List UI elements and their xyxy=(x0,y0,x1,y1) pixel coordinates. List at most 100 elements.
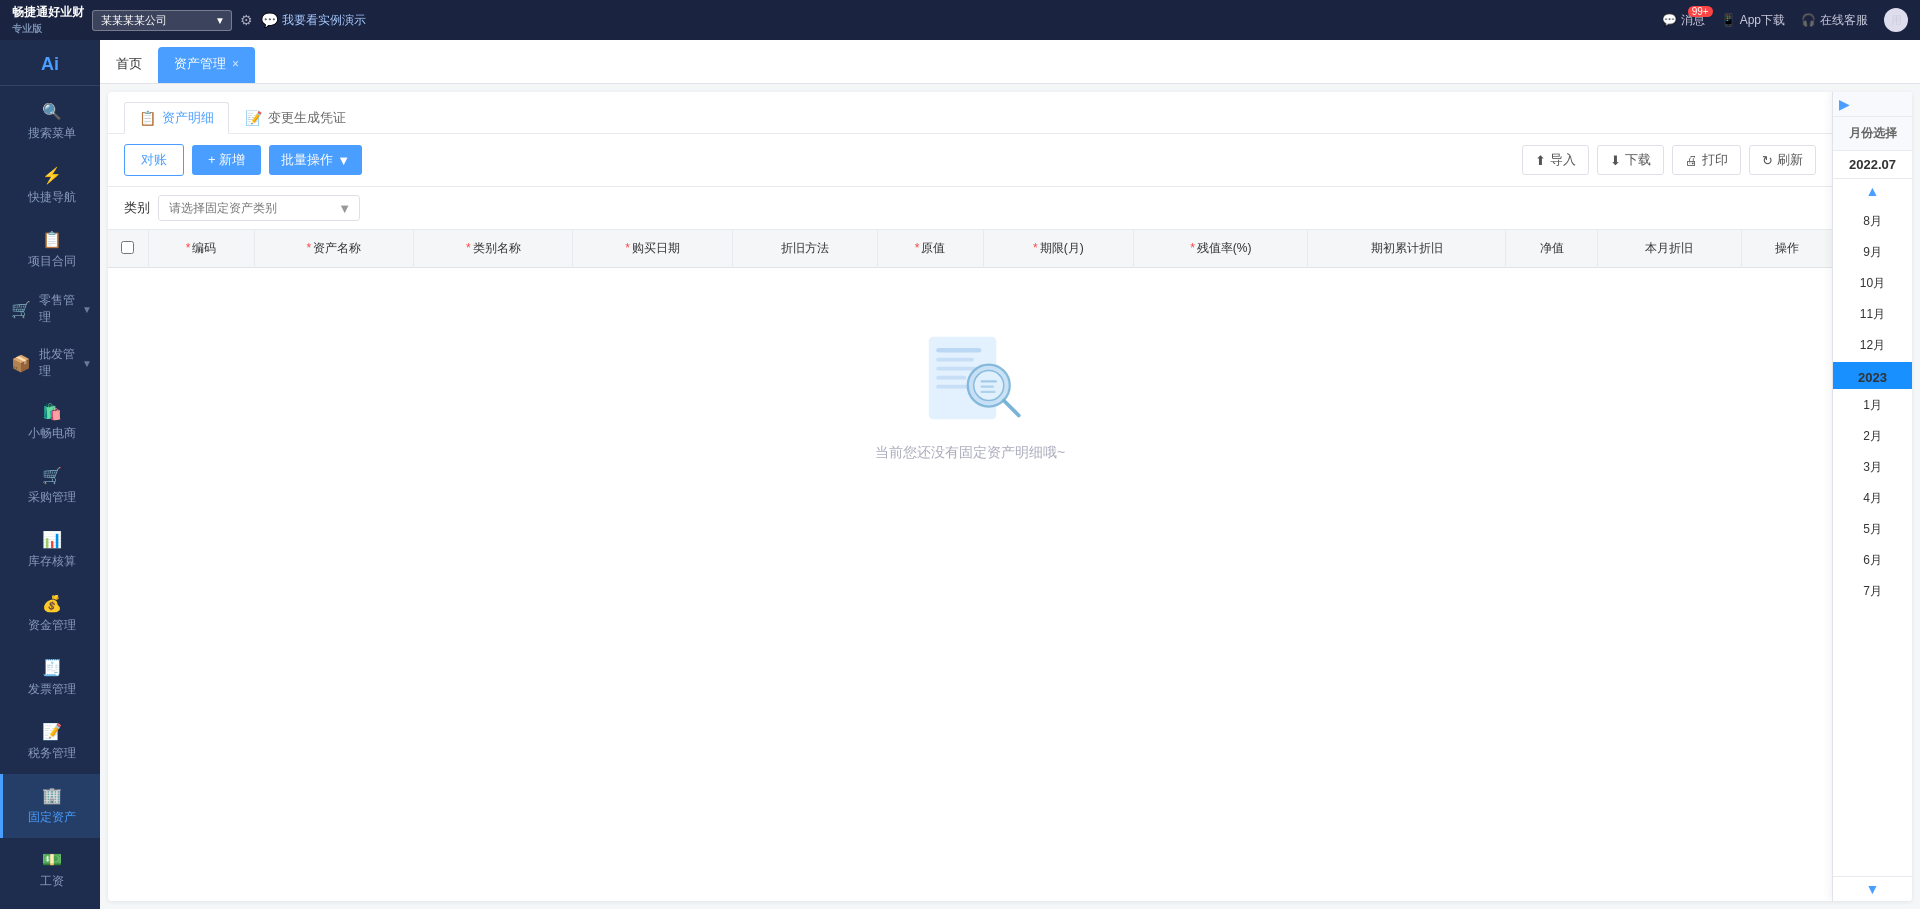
retail-icon: 🛒 xyxy=(11,300,31,319)
select-all-checkbox[interactable] xyxy=(121,241,134,254)
year-2023-label: 2023 xyxy=(1833,362,1912,389)
sub-tab-change-voucher[interactable]: 📝 变更生成凭证 xyxy=(231,103,360,133)
fund-icon: 💰 xyxy=(42,594,62,613)
month-item-2023-3[interactable]: 3月 xyxy=(1833,453,1912,482)
tab-asset-management[interactable]: 资产管理 × xyxy=(158,47,255,83)
sidebar-item-project[interactable]: 📋 项目合同 xyxy=(0,218,100,282)
empty-state-illustration xyxy=(910,328,1030,428)
message-icon: 💬 xyxy=(1662,13,1677,27)
message-button[interactable]: 💬 消息 99+ xyxy=(1662,12,1705,29)
tab-home[interactable]: 首页 xyxy=(100,47,158,83)
col-residual-rate: *残值率(%) xyxy=(1134,230,1308,268)
sidebar-item-search[interactable]: 🔍 搜索菜单 xyxy=(0,90,100,154)
col-category: *类别名称 xyxy=(414,230,573,268)
refresh-icon: ↻ xyxy=(1762,153,1773,168)
svg-rect-3 xyxy=(936,367,977,371)
table-header-row: *编码 *资产名称 *类别名称 *购买日期 折旧方法 *原值 *期限(月) *残… xyxy=(108,230,1832,268)
toolbar: 对账 + 新增 批量操作 ▼ ⬆ 导入 ⬇ 下载 xyxy=(108,134,1832,187)
sidebar-item-purchase[interactable]: 🛒 采购管理 xyxy=(0,454,100,518)
sub-tab-bar: 📋 资产明细 📝 变更生成凭证 xyxy=(108,92,1832,134)
category-label: 类别 xyxy=(124,199,150,217)
empty-text: 当前您还没有固定资产明细哦~ xyxy=(875,444,1065,462)
fixed-assets-icon: 🏢 xyxy=(42,786,62,805)
refresh-button[interactable]: ↻ 刷新 xyxy=(1749,145,1816,175)
month-item-2023-5[interactable]: 5月 xyxy=(1833,515,1912,544)
app-title: 畅捷通好业财 专业版 xyxy=(12,4,84,36)
category-input-wrap[interactable]: ▼ xyxy=(158,195,360,221)
sidebar: Ai 🔍 搜索菜单 ⚡ 快捷导航 📋 项目合同 🛒 零售管理 ▼ 📦 批发管理 … xyxy=(0,40,100,909)
sidebar-logo: Ai xyxy=(0,44,100,86)
sub-tab-asset-detail[interactable]: 📋 资产明细 xyxy=(124,102,229,134)
settings-icon[interactable]: ⚙ xyxy=(240,12,253,28)
top-bar-right: 💬 消息 99+ 📱 App下载 🎧 在线客服 用 xyxy=(1662,8,1908,32)
month-item-10[interactable]: 10月 xyxy=(1833,269,1912,298)
sidebar-item-tax[interactable]: 📝 税务管理 xyxy=(0,710,100,774)
sidebar-item-inventory[interactable]: 📊 库存核算 xyxy=(0,518,100,582)
asset-detail-icon: 📋 xyxy=(139,110,156,126)
svg-rect-4 xyxy=(936,376,966,380)
sidebar-item-salary[interactable]: 💵 工资 xyxy=(0,838,100,902)
ecommerce-icon: 🛍️ xyxy=(42,402,62,421)
import-icon: ⬆ xyxy=(1535,153,1546,168)
month-item-2023-4[interactable]: 4月 xyxy=(1833,484,1912,513)
month-item-2023-6[interactable]: 6月 xyxy=(1833,546,1912,575)
month-scroll-up[interactable]: ▲ xyxy=(1833,179,1912,203)
sidebar-item-quick-nav[interactable]: ⚡ 快捷导航 xyxy=(0,154,100,218)
sidebar-item-retail[interactable]: 🛒 零售管理 ▼ xyxy=(0,282,100,336)
online-service-button[interactable]: 🎧 在线客服 xyxy=(1801,12,1868,29)
sidebar-item-operations[interactable]: 📈 经营管理 xyxy=(0,902,100,909)
month-item-2023-1[interactable]: 1月 xyxy=(1833,391,1912,420)
sidebar-item-wholesale[interactable]: 📦 批发管理 ▼ xyxy=(0,336,100,390)
tax-icon: 📝 xyxy=(42,722,62,741)
sidebar-item-ecommerce[interactable]: 🛍️ 小畅电商 xyxy=(0,390,100,454)
demo-link[interactable]: 💬 我要看实例演示 xyxy=(261,12,366,29)
svg-rect-1 xyxy=(936,348,981,353)
sidebar-item-fixed-assets[interactable]: 🏢 固定资产 xyxy=(0,774,100,838)
month-panel-title: 月份选择 xyxy=(1833,117,1912,151)
col-code: *编码 xyxy=(148,230,254,268)
import-button[interactable]: ⬆ 导入 xyxy=(1522,145,1589,175)
col-name: *资产名称 xyxy=(254,230,413,268)
col-net-value: 净值 xyxy=(1506,230,1597,268)
category-input[interactable] xyxy=(159,196,359,220)
scroll-up-icon: ▲ xyxy=(1866,183,1880,199)
wholesale-arrow-icon: ▼ xyxy=(82,358,92,369)
col-period: *期限(月) xyxy=(983,230,1134,268)
col-depreciation-method: 折旧方法 xyxy=(732,230,877,268)
sidebar-item-invoice[interactable]: 🧾 发票管理 xyxy=(0,646,100,710)
month-item-2023-7[interactable]: 7月 xyxy=(1833,577,1912,606)
empty-state: 当前您还没有固定资产明细哦~ xyxy=(108,268,1832,522)
print-button[interactable]: 🖨 打印 xyxy=(1672,145,1741,175)
month-item-9[interactable]: 9月 xyxy=(1833,238,1912,267)
tab-close-icon[interactable]: × xyxy=(232,57,239,71)
add-button[interactable]: + 新增 xyxy=(192,145,261,175)
download-button[interactable]: ⬇ 下载 xyxy=(1597,145,1664,175)
svg-rect-2 xyxy=(936,358,974,362)
top-bar-left: 畅捷通好业财 专业版 某某某某公司 ▼ ⚙ 💬 我要看实例演示 xyxy=(12,4,1652,36)
sidebar-item-fund[interactable]: 💰 资金管理 xyxy=(0,582,100,646)
user-info: 用 xyxy=(1884,8,1908,32)
month-scroll-down[interactable]: ▼ xyxy=(1833,876,1912,901)
table-wrap: *编码 *资产名称 *类别名称 *购买日期 折旧方法 *原值 *期限(月) *残… xyxy=(108,230,1832,901)
month-panel-collapse-icon[interactable]: ▶ xyxy=(1839,96,1850,112)
reconcile-button[interactable]: 对账 xyxy=(124,144,184,176)
top-bar: 畅捷通好业财 专业版 某某某某公司 ▼ ⚙ 💬 我要看实例演示 💬 消息 99+… xyxy=(0,0,1920,40)
message-badge: 99+ xyxy=(1688,6,1713,17)
month-item-12[interactable]: 12月 xyxy=(1833,331,1912,360)
invoice-icon: 🧾 xyxy=(42,658,62,677)
month-item-8[interactable]: 8月 xyxy=(1833,207,1912,236)
month-panel: ▶ 月份选择 2022.07 ▲ 8月 9月 10月 11月 12月 2023 … xyxy=(1832,92,1912,901)
month-item-11[interactable]: 11月 xyxy=(1833,300,1912,329)
app-download-button[interactable]: 📱 App下载 xyxy=(1721,12,1785,29)
phone-icon: 📱 xyxy=(1721,13,1736,27)
company-selector[interactable]: 某某某某公司 ▼ xyxy=(92,10,232,31)
purchase-icon: 🛒 xyxy=(42,466,62,485)
col-accumulated-depreciation: 期初累计折旧 xyxy=(1308,230,1506,268)
checkbox-header[interactable] xyxy=(108,230,148,268)
quick-nav-icon: ⚡ xyxy=(42,166,62,185)
print-icon: 🖨 xyxy=(1685,153,1698,168)
wholesale-icon: 📦 xyxy=(11,354,31,373)
batch-operations-button[interactable]: 批量操作 ▼ xyxy=(269,145,362,175)
month-item-2023-2[interactable]: 2月 xyxy=(1833,422,1912,451)
salary-icon: 💵 xyxy=(42,850,62,869)
